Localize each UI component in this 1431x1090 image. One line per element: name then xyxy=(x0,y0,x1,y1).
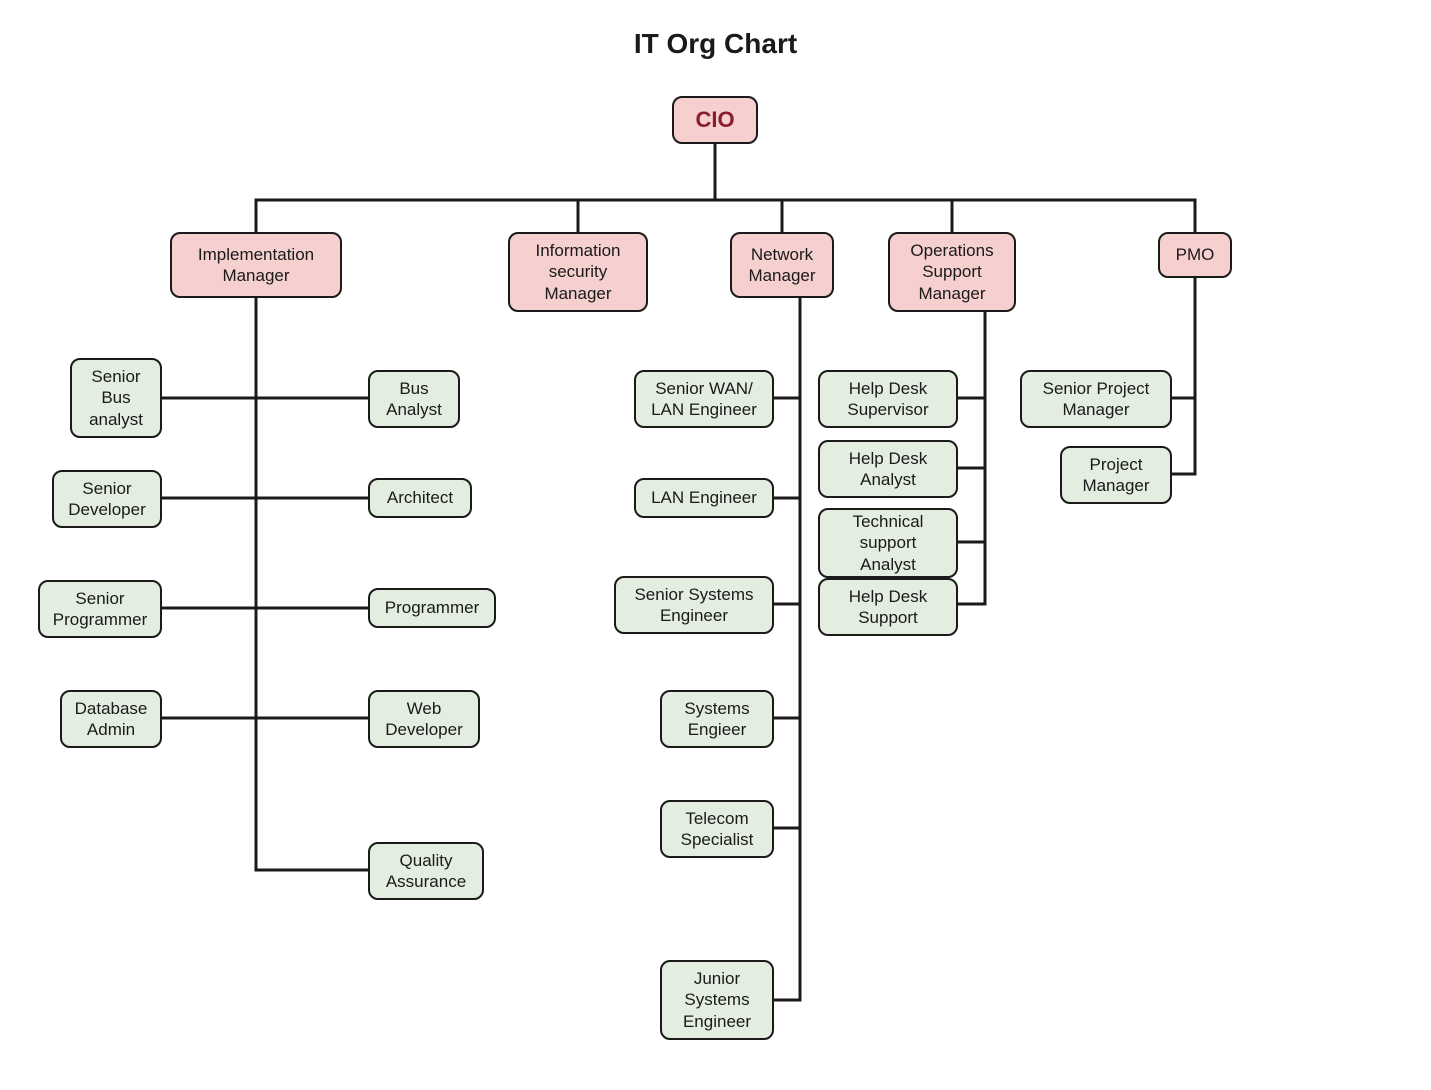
node-junior-systems-engineer[interactable]: Junior Systems Engineer xyxy=(660,960,774,1040)
node-senior-project-manager[interactable]: Senior Project Manager xyxy=(1020,370,1172,428)
node-label: Help Desk Analyst xyxy=(849,448,927,491)
connector-lines xyxy=(0,0,1431,1090)
node-label: Operations Support Manager xyxy=(910,240,993,304)
node-implementation-manager[interactable]: Implementation Manager xyxy=(170,232,342,298)
node-label: Web Developer xyxy=(385,698,463,741)
node-label: Database Admin xyxy=(75,698,148,741)
node-label: Senior WAN/ LAN Engineer xyxy=(651,378,757,421)
node-systems-engineer[interactable]: Systems Engieer xyxy=(660,690,774,748)
node-label: Junior Systems Engineer xyxy=(683,968,751,1032)
node-senior-developer[interactable]: Senior Developer xyxy=(52,470,162,528)
node-label: Programmer xyxy=(385,597,479,618)
node-label: Network Manager xyxy=(748,244,815,287)
node-project-manager[interactable]: Project Manager xyxy=(1060,446,1172,504)
node-label: CIO xyxy=(695,106,734,134)
node-web-developer[interactable]: Web Developer xyxy=(368,690,480,748)
node-label: Bus Analyst xyxy=(386,378,442,421)
node-help-desk-analyst[interactable]: Help Desk Analyst xyxy=(818,440,958,498)
node-senior-programmer[interactable]: Senior Programmer xyxy=(38,580,162,638)
node-help-desk-support[interactable]: Help Desk Support xyxy=(818,578,958,636)
node-label: Senior Bus analyst xyxy=(89,366,143,430)
node-senior-wan-lan-engineer[interactable]: Senior WAN/ LAN Engineer xyxy=(634,370,774,428)
node-label: Senior Project Manager xyxy=(1043,378,1150,421)
node-pmo[interactable]: PMO xyxy=(1158,232,1232,278)
node-label: Telecom Specialist xyxy=(681,808,754,851)
node-database-admin[interactable]: Database Admin xyxy=(60,690,162,748)
node-programmer[interactable]: Programmer xyxy=(368,588,496,628)
node-senior-bus-analyst[interactable]: Senior Bus analyst xyxy=(70,358,162,438)
node-label: Quality Assurance xyxy=(386,850,466,893)
node-label: Information security Manager xyxy=(535,240,620,304)
node-help-desk-supervisor[interactable]: Help Desk Supervisor xyxy=(818,370,958,428)
node-label: Implementation Manager xyxy=(198,244,314,287)
node-lan-engineer[interactable]: LAN Engineer xyxy=(634,478,774,518)
node-label: Technical support Analyst xyxy=(853,511,924,575)
node-label: PMO xyxy=(1176,244,1215,265)
node-infosec-manager[interactable]: Information security Manager xyxy=(508,232,648,312)
node-label: Help Desk Support xyxy=(849,586,927,629)
node-label: Senior Developer xyxy=(68,478,146,521)
chart-title: IT Org Chart xyxy=(0,28,1431,60)
node-telecom-specialist[interactable]: Telecom Specialist xyxy=(660,800,774,858)
node-quality-assurance[interactable]: Quality Assurance xyxy=(368,842,484,900)
node-label: Senior Programmer xyxy=(53,588,147,631)
node-bus-analyst[interactable]: Bus Analyst xyxy=(368,370,460,428)
node-label: Architect xyxy=(387,487,453,508)
node-label: Senior Systems Engineer xyxy=(634,584,753,627)
node-architect[interactable]: Architect xyxy=(368,478,472,518)
node-label: Systems Engieer xyxy=(684,698,749,741)
node-operations-manager[interactable]: Operations Support Manager xyxy=(888,232,1016,312)
node-label: Help Desk Supervisor xyxy=(847,378,928,421)
node-network-manager[interactable]: Network Manager xyxy=(730,232,834,298)
node-cio[interactable]: CIO xyxy=(672,96,758,144)
node-technical-support-analyst[interactable]: Technical support Analyst xyxy=(818,508,958,578)
node-senior-systems-engineer[interactable]: Senior Systems Engineer xyxy=(614,576,774,634)
org-chart-canvas: IT Org Chart xyxy=(0,0,1431,1090)
node-label: LAN Engineer xyxy=(651,487,757,508)
node-label: Project Manager xyxy=(1082,454,1149,497)
